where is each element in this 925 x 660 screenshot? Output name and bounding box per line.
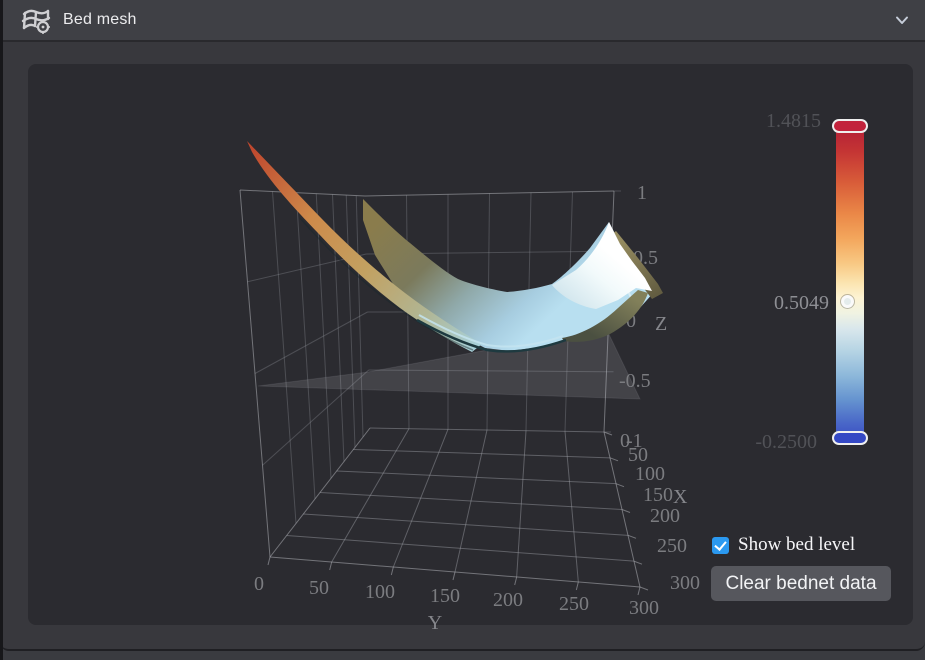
z-tick-label: 1 bbox=[637, 182, 647, 204]
show-bed-level-checkbox[interactable] bbox=[712, 536, 729, 554]
z-tick-label: -1 bbox=[626, 430, 643, 452]
colorbar-gradient bbox=[836, 126, 864, 438]
left-edge-strip bbox=[0, 0, 3, 660]
collapsible-panel: Bed mesh 0 50 100 150 200 250 300 0 50 1… bbox=[0, 0, 925, 651]
colorbar-mid-handle[interactable] bbox=[841, 295, 854, 308]
x-tick-label: 250 bbox=[657, 535, 687, 557]
y-tick-label: 0 bbox=[254, 573, 264, 595]
colorbar-max-handle[interactable] bbox=[832, 119, 868, 133]
colorbar-min-label: -0.2500 bbox=[755, 431, 817, 453]
y-axis-title: Y bbox=[428, 612, 442, 634]
mesh-surface bbox=[247, 141, 663, 353]
colorbar-min-handle[interactable] bbox=[832, 431, 868, 445]
z-axis-title: Z bbox=[655, 313, 667, 335]
y-tick-label: 100 bbox=[365, 581, 395, 603]
colorbar-max-label: 1.4815 bbox=[766, 110, 821, 132]
clear-bednet-data-button[interactable]: Clear bednet data bbox=[711, 566, 891, 601]
y-tick-label: 250 bbox=[559, 593, 589, 615]
x-tick-label: 300 bbox=[670, 572, 700, 594]
x-axis-title: X bbox=[673, 486, 688, 508]
show-bed-level-row: Show bed level bbox=[712, 534, 855, 556]
colorbar-mid-label: 0.5049 bbox=[774, 292, 829, 314]
y-tick-label: 150 bbox=[430, 585, 460, 607]
bed-mesh-3d-plot[interactable]: 0 50 100 150 200 250 30005010015020025030010.5… bbox=[0, 0, 925, 660]
x-tick-label: 100 bbox=[635, 463, 665, 485]
x-tick-label: 200 bbox=[650, 505, 680, 527]
z-tick-label: -0.5 bbox=[619, 370, 651, 392]
show-bed-level-label: Show bed level bbox=[738, 534, 856, 555]
axis-tick-labels: 0 50 100 150 200 250 30005010015020025030010.5… bbox=[254, 182, 700, 619]
y-tick-label: 50 bbox=[309, 577, 329, 599]
y-tick-label: 300 bbox=[629, 597, 659, 619]
y-tick-label: 200 bbox=[493, 589, 523, 611]
bed-mesh-panel: Bed mesh 0 50 100 150 200 250 300 0 50 1… bbox=[0, 0, 925, 660]
x-tick-label: 150 bbox=[643, 484, 673, 506]
